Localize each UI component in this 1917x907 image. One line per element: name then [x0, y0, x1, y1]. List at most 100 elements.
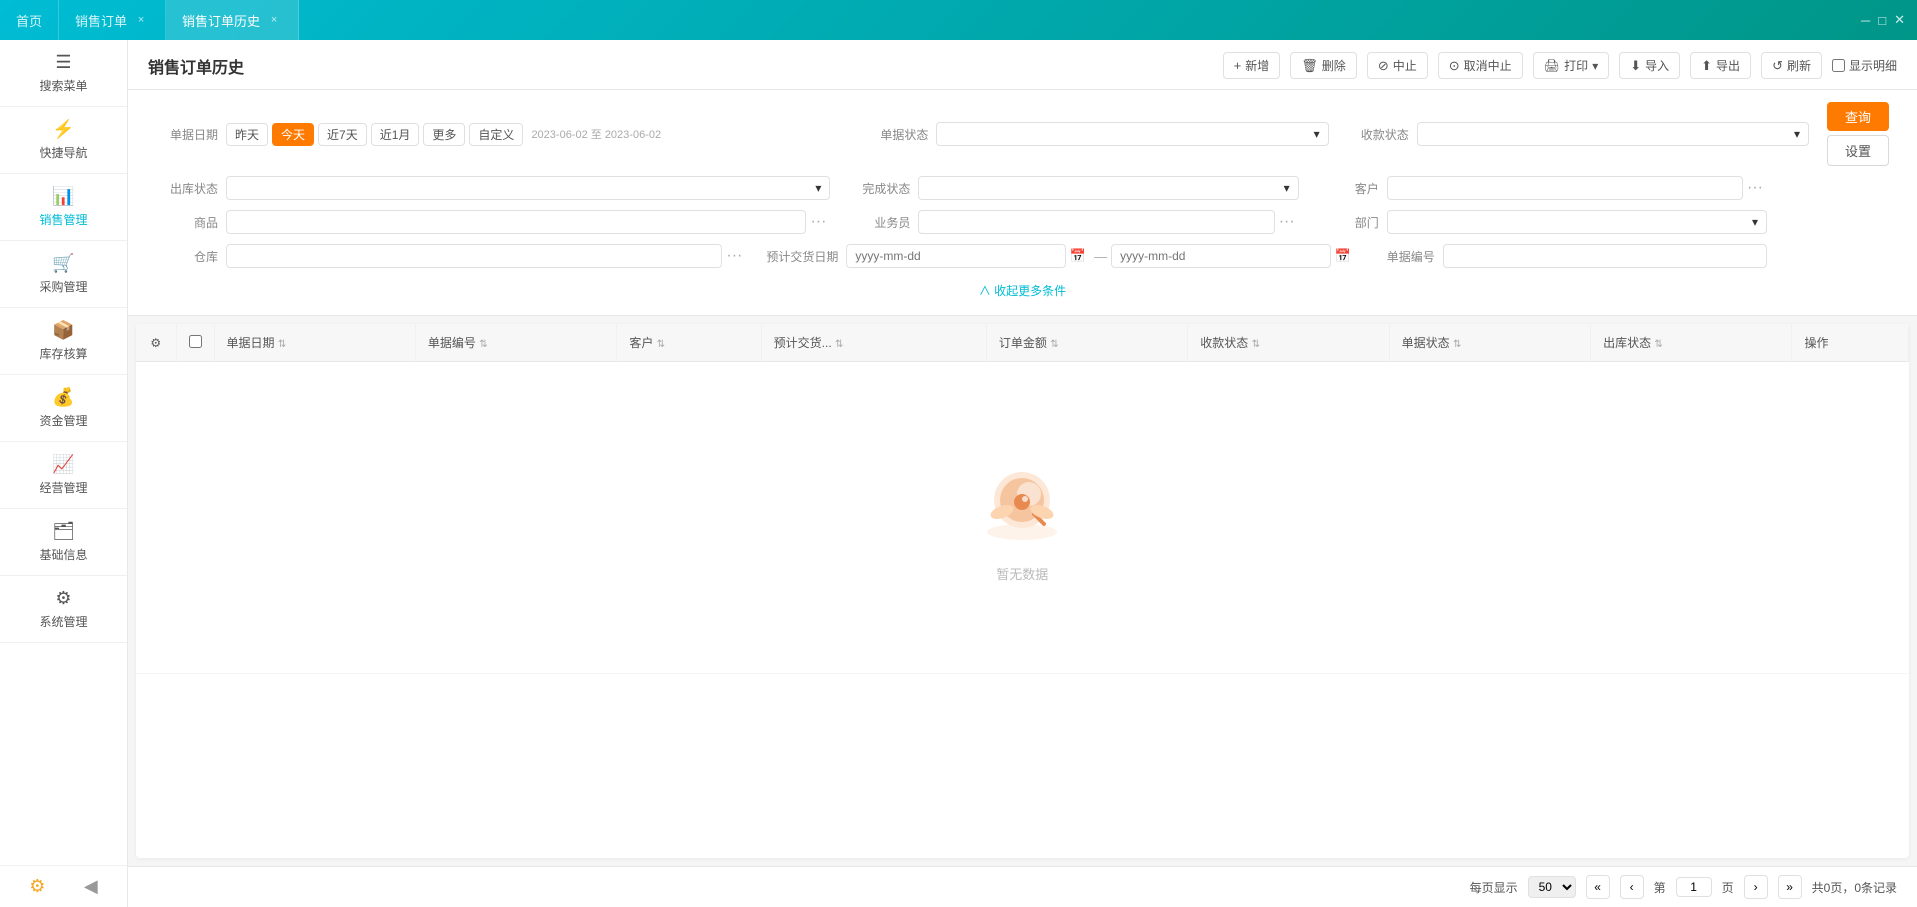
- sidebar-item-purchase-mgmt[interactable]: 🛒 采购管理: [0, 241, 127, 308]
- cancel-stop-icon: ⊙: [1449, 58, 1460, 74]
- finance-icon: 💰: [52, 387, 74, 408]
- th-doc-no-label: 单据编号: [428, 336, 476, 350]
- product-more-icon[interactable]: ···: [806, 213, 830, 231]
- date-btn-7days[interactable]: 近7天: [318, 123, 367, 146]
- restore-icon[interactable]: □: [1878, 13, 1886, 28]
- tab-sales-history[interactable]: 销售订单历史 ×: [166, 0, 299, 40]
- next-page-button[interactable]: ›: [1744, 875, 1768, 899]
- show-detail-checkbox[interactable]: [1832, 59, 1845, 72]
- salesperson-more-icon[interactable]: ···: [1275, 213, 1299, 231]
- th-order-amount[interactable]: 订单金额 ⇅: [986, 324, 1187, 362]
- department-label: 部门: [1319, 214, 1379, 231]
- stop-button[interactable]: ⊘ 中止: [1367, 52, 1428, 79]
- collapse-row[interactable]: ∧ 收起更多条件: [148, 278, 1897, 303]
- sidebar-item-quick-nav[interactable]: ⚡ 快捷导航: [0, 107, 127, 174]
- th-delivery-date[interactable]: 预计交货... ⇅: [761, 324, 986, 362]
- customer-input[interactable]: [1387, 176, 1743, 200]
- th-delivery-date-label: 预计交货...: [774, 336, 832, 350]
- first-page-button[interactable]: «: [1586, 875, 1610, 899]
- th-customer[interactable]: 客户 ⇅: [617, 324, 761, 362]
- query-button[interactable]: 查询: [1827, 102, 1889, 131]
- tab-home[interactable]: 首页: [0, 0, 59, 40]
- stock-out-select[interactable]: ▾: [226, 176, 830, 200]
- print-dropdown-icon: ▾: [1592, 59, 1598, 73]
- close-icon[interactable]: ✕: [1894, 12, 1905, 28]
- th-doc-status[interactable]: 单据状态 ⇅: [1389, 324, 1590, 362]
- sidebar-item-sales-mgmt[interactable]: 📊 销售管理: [0, 174, 127, 241]
- department-select[interactable]: ▾: [1387, 210, 1767, 234]
- cancel-stop-button[interactable]: ⊙ 取消中止: [1438, 52, 1523, 79]
- tab-sales-order-close[interactable]: ×: [133, 12, 149, 28]
- filter-row-4: 仓库 ··· 预计交货日期 📅 — 📅 单据编号: [148, 244, 1897, 268]
- sidebar-item-system-mgmt[interactable]: ⚙ 系统管理: [0, 576, 127, 643]
- page-size-select[interactable]: 50: [1528, 876, 1576, 898]
- page-number-input[interactable]: [1676, 877, 1712, 897]
- product-field: 商品 ···: [148, 210, 840, 234]
- tab-sales-history-close[interactable]: ×: [266, 12, 282, 28]
- select-all-checkbox[interactable]: [189, 335, 202, 348]
- customer-more-icon[interactable]: ···: [1743, 179, 1767, 197]
- tab-sales-order-label: 销售订单: [75, 11, 127, 30]
- sort-doc-date-icon: ⇅: [278, 339, 286, 350]
- th-doc-no[interactable]: 单据编号 ⇅: [415, 324, 616, 362]
- main-layout: ☰ 搜索菜单 ⚡ 快捷导航 📊 销售管理 🛒 采购管理 📦 库存核算 💰 资金管…: [0, 40, 1917, 907]
- date-btn-today[interactable]: 今天: [272, 123, 314, 146]
- import-button[interactable]: ⬇ 导入: [1619, 52, 1680, 79]
- sidebar-item-inventory[interactable]: 📦 库存核算: [0, 308, 127, 375]
- doc-number-input[interactable]: [1443, 244, 1767, 268]
- sidebar-item-search-menu[interactable]: ☰ 搜索菜单: [0, 40, 127, 107]
- sidebar-settings-icon[interactable]: ⚙: [29, 876, 45, 897]
- date-btn-custom[interactable]: 自定义: [469, 123, 523, 146]
- filter-row-1: 单据日期 昨天 今天 近7天 近1月 更多 自定义 2023-06-02 至 2…: [148, 102, 1897, 166]
- date-range-display: 2023-06-02 至 2023-06-02: [531, 126, 661, 142]
- window-controls: ─ □ ✕: [1849, 0, 1917, 40]
- sort-amount-icon: ⇅: [1050, 339, 1058, 350]
- sidebar-item-base-info[interactable]: 🗂 基础信息: [0, 509, 127, 576]
- prev-page-button[interactable]: ‹: [1620, 875, 1644, 899]
- tab-sales-history-label: 销售订单历史: [182, 11, 260, 30]
- settings-button[interactable]: 设置: [1827, 135, 1889, 166]
- page-unit: 页: [1722, 879, 1734, 896]
- stop-icon: ⊘: [1378, 58, 1389, 74]
- warehouse-more-icon[interactable]: ···: [722, 247, 746, 265]
- date-btn-1month[interactable]: 近1月: [371, 123, 420, 146]
- complete-status-select[interactable]: ▾: [918, 176, 1298, 200]
- last-page-button[interactable]: »: [1778, 875, 1802, 899]
- sort-customer-icon: ⇅: [657, 339, 665, 350]
- export-button[interactable]: ⬆ 导出: [1690, 52, 1751, 79]
- refresh-button[interactable]: ↺ 刷新: [1761, 52, 1822, 79]
- add-button[interactable]: + 新增: [1223, 52, 1281, 79]
- tab-sales-order[interactable]: 销售订单 ×: [59, 0, 166, 40]
- calendar-icon-1[interactable]: 📅: [1070, 248, 1086, 264]
- sort-doc-status-icon: ⇅: [1453, 339, 1461, 350]
- th-receipt-status[interactable]: 收款状态 ⇅: [1188, 324, 1389, 362]
- date-label: 单据日期: [158, 126, 218, 143]
- sidebar-collapse-icon[interactable]: ◀: [84, 876, 98, 897]
- delivery-date-field: 预计交货日期 📅 — 📅: [756, 244, 1364, 268]
- th-doc-date[interactable]: 单据日期 ⇅: [214, 324, 415, 362]
- warehouse-input[interactable]: [226, 244, 722, 268]
- base-info-icon: 🗂: [52, 521, 75, 542]
- delivery-date-end[interactable]: [1111, 244, 1331, 268]
- empty-text: 暂无数据: [996, 564, 1048, 583]
- product-input[interactable]: [226, 210, 806, 234]
- customer-label: 客户: [1319, 180, 1379, 197]
- show-detail-checkbox-label[interactable]: 显示明细: [1832, 57, 1897, 74]
- th-settings[interactable]: ⚙: [136, 324, 176, 362]
- doc-status-select[interactable]: ▾: [936, 122, 1328, 146]
- salesperson-input[interactable]: [918, 210, 1274, 234]
- date-btn-more[interactable]: 更多: [423, 123, 465, 146]
- th-stock-status[interactable]: 出库状态 ⇅: [1591, 324, 1792, 362]
- th-checkbox[interactable]: [176, 324, 214, 362]
- sidebar-bottom: ⚙ ◀: [0, 865, 127, 907]
- receipt-status-select[interactable]: ▾: [1417, 122, 1809, 146]
- print-button[interactable]: 🖨 打印 ▾: [1533, 52, 1610, 79]
- sidebar-item-finance[interactable]: 💰 资金管理: [0, 375, 127, 442]
- minimize-icon[interactable]: ─: [1861, 13, 1870, 28]
- complete-status-label: 完成状态: [850, 180, 910, 197]
- delete-button[interactable]: 🗑 删除: [1290, 52, 1357, 79]
- date-btn-yesterday[interactable]: 昨天: [226, 123, 268, 146]
- sidebar-item-operation[interactable]: 📈 经营管理: [0, 442, 127, 509]
- calendar-icon-2[interactable]: 📅: [1335, 248, 1351, 264]
- delivery-date-start[interactable]: [846, 244, 1066, 268]
